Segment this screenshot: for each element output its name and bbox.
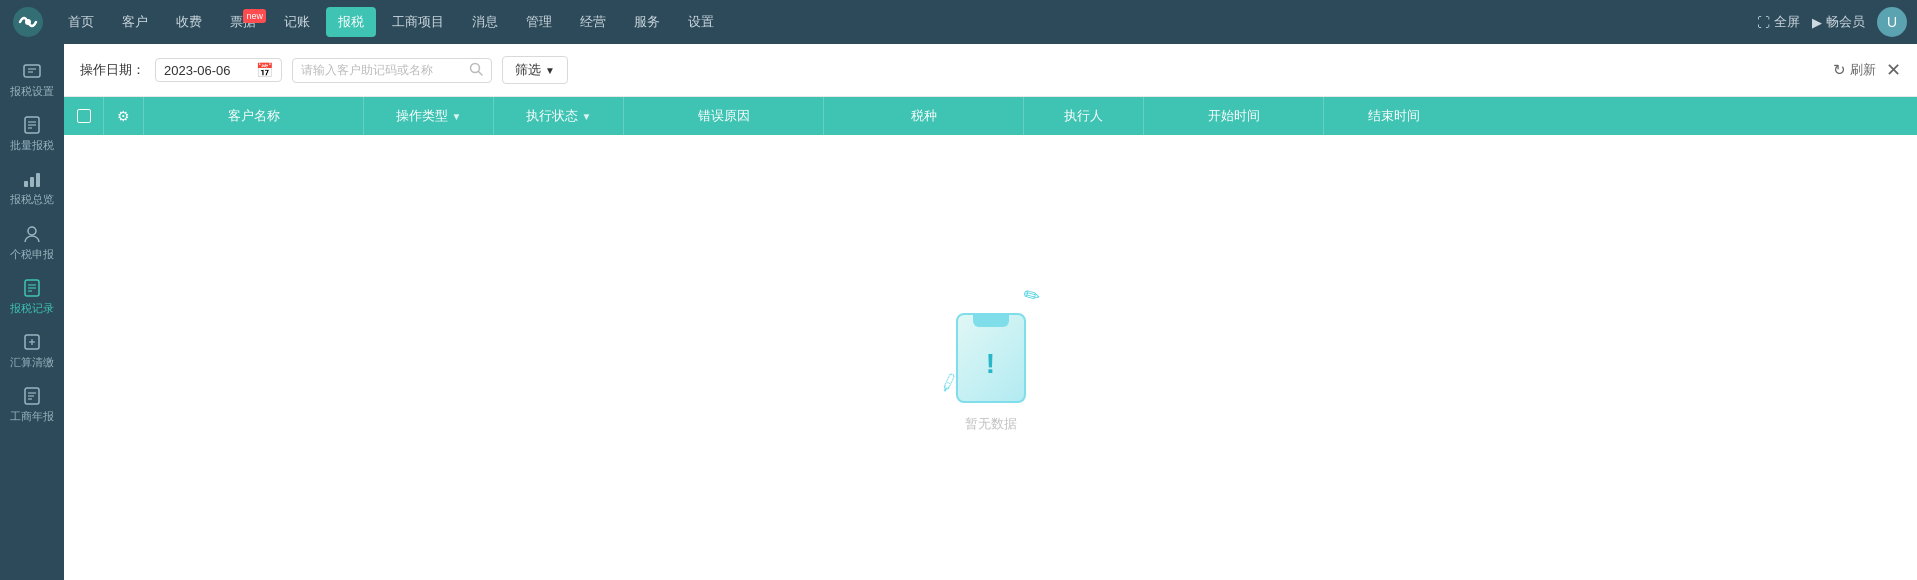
svg-point-12 — [28, 227, 36, 235]
nav-manage[interactable]: 管理 — [514, 7, 564, 37]
refresh-icon: ↻ — [1833, 61, 1846, 79]
main-layout: 报税设置 批量报税 报税总览 — [0, 44, 1917, 580]
nav-business[interactable]: 工商项目 — [380, 7, 456, 37]
th-executor: 执行人 — [1024, 97, 1144, 135]
th-checkbox[interactable] — [64, 97, 104, 135]
tax-overview-icon — [21, 168, 43, 190]
search-icon — [469, 62, 483, 79]
empty-illustration: ✏ 🖊 ! — [941, 283, 1041, 403]
tax-record-label: 报税记录 — [10, 302, 54, 315]
batch-tax-label: 批量报税 — [10, 139, 54, 152]
personal-tax-label: 个税申报 — [10, 248, 54, 261]
th-exec-status: 执行状态 ▼ — [494, 97, 624, 135]
tax-record-icon — [21, 277, 43, 299]
date-picker[interactable]: 📅 — [155, 58, 282, 82]
sidebar-item-calc-tax[interactable]: 汇算清缴 — [0, 323, 64, 377]
th-error-reason: 错误原因 — [624, 97, 824, 135]
nav-service[interactable]: 服务 — [622, 7, 672, 37]
clipboard-body: ! — [956, 313, 1026, 403]
sidebar-item-batch-tax[interactable]: 批量报税 — [0, 106, 64, 160]
nav-finance[interactable]: 经营 — [568, 7, 618, 37]
chevron-down-icon: ▼ — [545, 65, 555, 76]
table-container: ⚙ 客户名称 操作类型 ▼ 执行状态 ▼ 错误原因 税种 — [64, 97, 1917, 580]
personal-tax-icon — [21, 223, 43, 245]
calc-tax-label: 汇算清缴 — [10, 356, 54, 369]
nav-message[interactable]: 消息 — [460, 7, 510, 37]
nav-home[interactable]: 首页 — [56, 7, 106, 37]
date-label: 操作日期： — [80, 61, 145, 79]
sidebar-item-tax-overview[interactable]: 报税总览 — [0, 160, 64, 214]
search-input[interactable] — [301, 63, 465, 77]
th-op-type: 操作类型 ▼ — [364, 97, 494, 135]
tax-overview-label: 报税总览 — [10, 193, 54, 206]
empty-state: ✏ 🖊 ! 暂无数据 — [64, 135, 1917, 580]
nav-menu: 首页 客户 收费 票据 new 记账 报税 工商项目 消息 管理 经营 服务 设… — [56, 7, 1757, 37]
sort-icon[interactable]: ▼ — [582, 111, 592, 122]
th-start-time: 开始时间 — [1144, 97, 1324, 135]
tax-settings-icon — [21, 60, 43, 82]
video-icon: ▶ — [1812, 15, 1822, 30]
svg-point-1 — [25, 19, 31, 25]
avatar[interactable]: U — [1877, 7, 1907, 37]
nav-ledger[interactable]: 记账 — [272, 7, 322, 37]
settings-icon: ⚙ — [117, 108, 130, 124]
nav-billing[interactable]: 收费 — [164, 7, 214, 37]
sidebar-item-tax-settings[interactable]: 报税设置 — [0, 52, 64, 106]
nav-customer[interactable]: 客户 — [110, 7, 160, 37]
pencil-decoration: ✏ — [1021, 281, 1044, 309]
th-tax-type: 税种 — [824, 97, 1024, 135]
app-logo[interactable] — [10, 4, 46, 40]
date-input[interactable] — [164, 63, 252, 78]
table-header: ⚙ 客户名称 操作类型 ▼ 执行状态 ▼ 错误原因 税种 — [64, 97, 1917, 135]
sidebar-item-annual-report[interactable]: 工商年报 — [0, 377, 64, 431]
tax-settings-label: 报税设置 — [10, 85, 54, 98]
close-button[interactable]: ✕ — [1886, 61, 1901, 79]
nav-settings[interactable]: 设置 — [676, 7, 726, 37]
batch-tax-icon — [21, 114, 43, 136]
select-all-checkbox[interactable] — [77, 109, 91, 123]
annual-report-icon — [21, 385, 43, 407]
top-navigation: 首页 客户 收费 票据 new 记账 报税 工商项目 消息 管理 经营 服务 设… — [0, 0, 1917, 44]
sidebar: 报税设置 批量报税 报税总览 — [0, 44, 64, 580]
svg-rect-9 — [24, 181, 28, 187]
toolbar: 操作日期： 📅 筛选 ▼ ↻ — [64, 44, 1917, 97]
fullscreen-icon: ⛶ — [1757, 15, 1770, 30]
calendar-icon: 📅 — [256, 62, 273, 78]
nav-tax[interactable]: 报税 — [326, 7, 376, 37]
empty-text: 暂无数据 — [965, 415, 1017, 433]
calc-tax-icon — [21, 331, 43, 353]
nav-invoice[interactable]: 票据 new — [218, 7, 268, 37]
filter-button[interactable]: 筛选 ▼ — [502, 56, 568, 84]
search-box[interactable] — [292, 58, 492, 83]
sidebar-item-tax-record[interactable]: 报税记录 — [0, 269, 64, 323]
annual-report-label: 工商年报 — [10, 410, 54, 423]
th-settings[interactable]: ⚙ — [104, 97, 144, 135]
th-end-time: 结束时间 — [1324, 97, 1464, 135]
th-name: 客户名称 — [144, 97, 364, 135]
sort-icon[interactable]: ▼ — [452, 111, 462, 122]
svg-rect-2 — [24, 65, 40, 77]
sidebar-item-personal-tax[interactable]: 个税申报 — [0, 215, 64, 269]
svg-line-25 — [479, 71, 483, 75]
member-button[interactable]: ▶ 畅会员 — [1812, 13, 1865, 31]
svg-rect-10 — [30, 177, 34, 187]
toolbar-right: ↻ 刷新 ✕ — [1833, 61, 1901, 79]
nav-right-area: ⛶ 全屏 ▶ 畅会员 U — [1757, 7, 1907, 37]
clipboard-top — [973, 313, 1009, 327]
svg-rect-11 — [36, 173, 40, 187]
new-badge: new — [243, 9, 266, 23]
fullscreen-button[interactable]: ⛶ 全屏 — [1757, 13, 1800, 31]
content-area: 操作日期： 📅 筛选 ▼ ↻ — [64, 44, 1917, 580]
exclamation-mark: ! — [986, 350, 995, 378]
refresh-button[interactable]: ↻ 刷新 — [1833, 61, 1876, 79]
